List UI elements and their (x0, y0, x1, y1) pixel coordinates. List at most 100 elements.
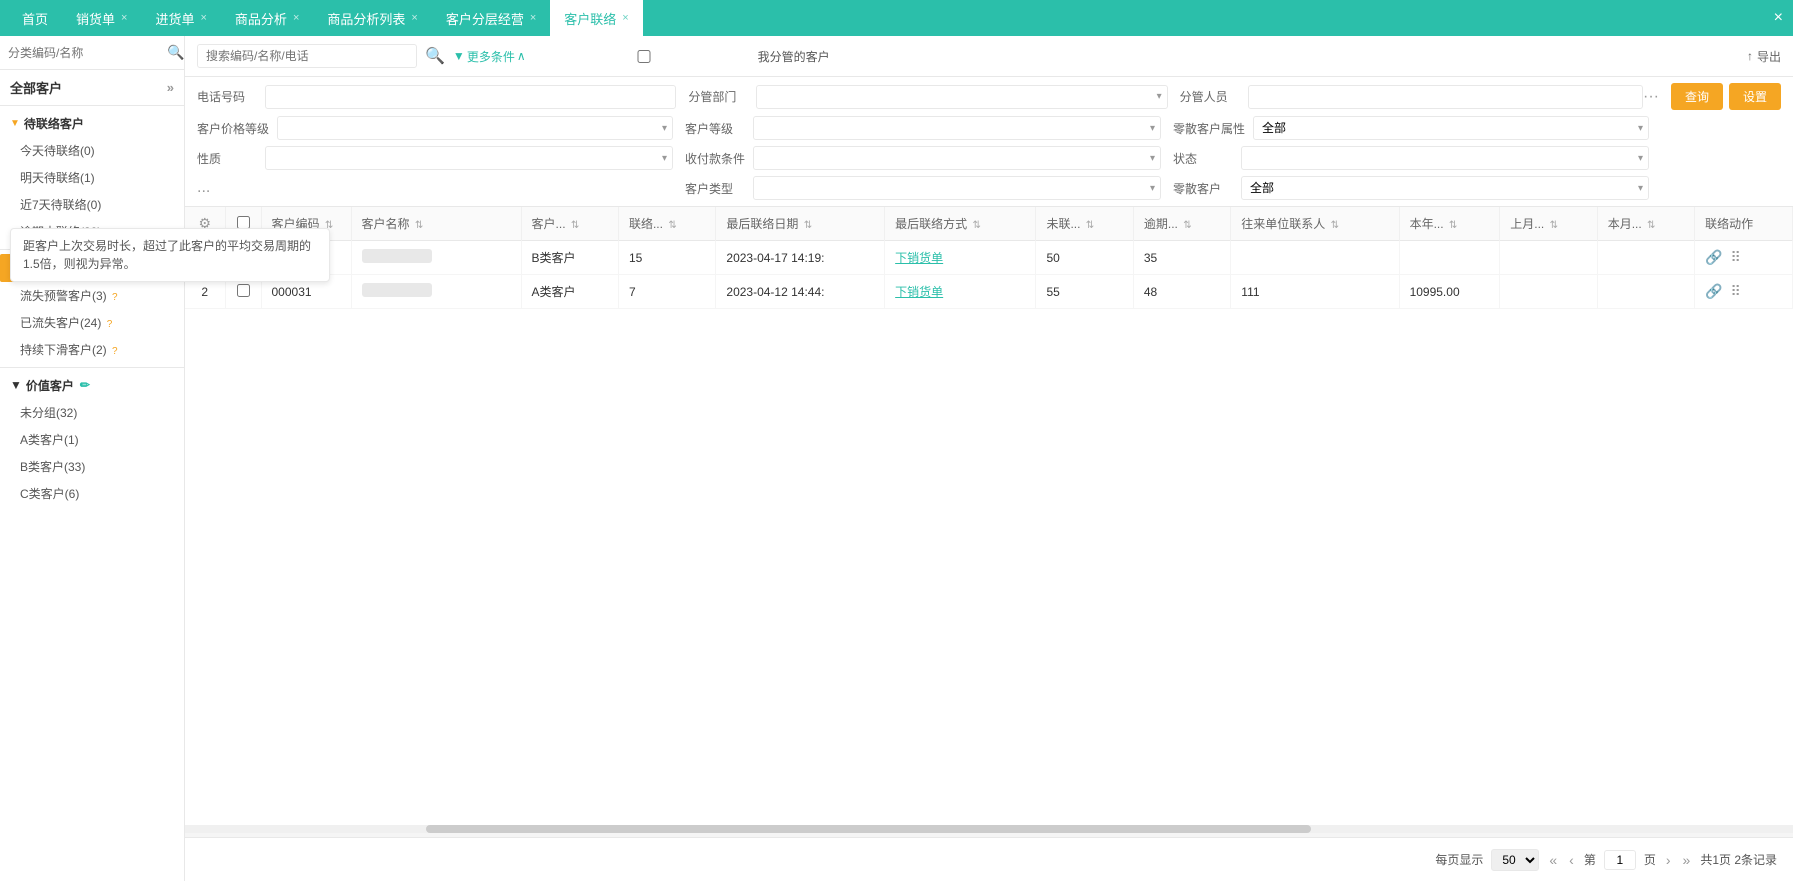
row1-more-icon[interactable]: ⠿ (1731, 249, 1741, 266)
nav-product-analysis[interactable]: 商品分析 × (221, 0, 313, 36)
nav-sales-close[interactable]: × (121, 12, 127, 24)
sort-name-icon[interactable]: ⇅ (415, 220, 423, 231)
nav-product-analysis-close[interactable]: × (293, 12, 299, 24)
sidebar-search-input[interactable] (8, 46, 163, 60)
row2-company-contact: 111 (1231, 275, 1399, 309)
search-input[interactable] (197, 44, 417, 68)
nature-label: 性质 (197, 150, 257, 167)
sidebar-all-customers-header[interactable]: 全部客户 » (0, 70, 184, 106)
sidebar-item-ungrouped[interactable]: 未分组(32) (0, 399, 184, 426)
customer-type-select[interactable] (753, 176, 1161, 200)
row2-type: A类客户 (521, 275, 618, 309)
sidebar-value-group[interactable]: ▼ 价值客户 ✏ (0, 372, 184, 399)
sort-method-icon[interactable]: ⇅ (973, 220, 981, 231)
nav-customer-contact-close[interactable]: × (622, 12, 628, 24)
settings-button[interactable]: 设置 (1729, 83, 1781, 110)
row4-dots-btn[interactable]: ... (197, 179, 210, 197)
row2-contacts: 7 (618, 275, 715, 309)
phone-input[interactable] (265, 85, 676, 109)
sort-this-month-icon[interactable]: ⇅ (1647, 220, 1655, 231)
row1-company-contact (1231, 241, 1399, 275)
export-btn[interactable]: ↑ 导出 (1747, 48, 1781, 65)
left-sidebar: 🔍 全部客户 » ▼ 待联络客户 今天待联络(0) 明天待联络(1) 近7天待联… (0, 36, 185, 881)
select-all-checkbox[interactable] (237, 216, 250, 229)
sort-type-icon[interactable]: ⇅ (571, 220, 579, 231)
scrollbar-thumb[interactable] (426, 825, 1310, 833)
sort-overdue-icon[interactable]: ⇅ (1183, 220, 1191, 231)
th-contacts: 联络... ⇅ (618, 207, 715, 241)
prev-page-btn[interactable]: ‹ (1567, 852, 1576, 868)
dept-select[interactable] (756, 85, 1167, 109)
row1-last-method: 下销货单 (885, 241, 1036, 275)
row2-last-date: 2023-04-12 14:44: (716, 275, 885, 309)
price-level-select[interactable] (277, 116, 673, 140)
nav-customer-segment[interactable]: 客户分层经营 × (432, 0, 550, 36)
sidebar-item-churned[interactable]: 已流失客户(24) ? (0, 309, 184, 336)
my-customers-checkbox[interactable] (534, 50, 754, 63)
filter-nature: 性质 ▾ (197, 146, 673, 170)
sidebar-item-declining[interactable]: 持续下滑客户(2) ? (0, 336, 184, 363)
search-button[interactable]: 🔍 (425, 46, 445, 66)
scattered-attr-select[interactable]: 全部 (1253, 116, 1649, 140)
arrow-down-icon-2: ▼ (10, 378, 22, 392)
row2-method-link[interactable]: 下销货单 (895, 285, 943, 299)
sidebar-section-pending[interactable]: ▼ 待联络客户 (0, 110, 184, 137)
next-page-btn[interactable]: › (1664, 852, 1673, 868)
nav-purchase-close[interactable]: × (200, 12, 206, 24)
last-page-btn[interactable]: » (1681, 852, 1693, 868)
status-select[interactable] (1241, 146, 1649, 170)
sort-uncontacted-icon[interactable]: ⇅ (1086, 220, 1094, 231)
arrow-down-icon: ▼ (10, 118, 20, 129)
nav-purchase[interactable]: 进货单 × (141, 0, 220, 36)
row2-link-icon[interactable]: 🔗 (1705, 283, 1722, 300)
nav-sales[interactable]: 销货单 × (62, 0, 141, 36)
my-customers-filter[interactable]: 我分管的客户 (534, 48, 830, 65)
th-last-contact-method: 最后联络方式 ⇅ (885, 207, 1036, 241)
nav-product-list-close[interactable]: × (411, 12, 417, 24)
sidebar-item-today[interactable]: 今天待联络(0) (0, 137, 184, 164)
manager-input[interactable] (1248, 85, 1643, 109)
sidebar-item-tomorrow[interactable]: 明天待联络(1) (0, 164, 184, 191)
row1-link-icon[interactable]: 🔗 (1705, 249, 1722, 266)
per-page-select[interactable]: 50 (1491, 849, 1539, 871)
row2-overdue: 48 (1133, 275, 1230, 309)
scattered-customer-select[interactable]: 全部 (1241, 176, 1649, 200)
first-page-btn[interactable]: « (1547, 852, 1559, 868)
payment-select[interactable] (753, 146, 1161, 170)
sort-contacts-icon[interactable]: ⇅ (668, 220, 676, 231)
filter-bar: 🔍 ▼ 更多条件 ∧ 我分管的客户 ↑ 导出 (185, 36, 1793, 77)
row2-more-icon[interactable]: ⠿ (1731, 283, 1741, 300)
nav-customer-contact[interactable]: 客户联络 × (550, 0, 642, 36)
nav-product-list[interactable]: 商品分析列表 × (313, 0, 431, 36)
scattered-customer-select-wrap: 全部 ▾ (1241, 176, 1649, 200)
sidebar-search-icon[interactable]: 🔍 (167, 44, 184, 61)
sort-this-year-icon[interactable]: ⇅ (1449, 220, 1457, 231)
sort-date-icon[interactable]: ⇅ (804, 220, 812, 231)
nature-select[interactable] (265, 146, 673, 170)
sidebar-item-class-b[interactable]: B类客户(33) (0, 453, 184, 480)
close-all-tabs[interactable]: × (1774, 9, 1783, 27)
sort-last-month-icon[interactable]: ⇅ (1550, 220, 1558, 231)
page-label: 第 (1584, 851, 1596, 868)
th-last-contact-date: 最后联络日期 ⇅ (716, 207, 885, 241)
customer-level-select[interactable] (753, 116, 1161, 140)
sidebar-item-class-c[interactable]: C类客户(6) (0, 480, 184, 507)
sidebar-item-churn-warning[interactable]: 流失预警客户(3) ? (0, 282, 184, 309)
sidebar-item-7days[interactable]: 近7天待联络(0) (0, 191, 184, 218)
manager-dots-btn[interactable]: ··· (1643, 88, 1659, 106)
row1-action-icons: 🔗 ⠿ (1705, 249, 1782, 266)
sort-company-contact-icon[interactable]: ⇅ (1331, 220, 1339, 231)
sidebar-collapse-btn[interactable]: » (167, 80, 174, 95)
page-input[interactable] (1604, 850, 1636, 870)
horizontal-scrollbar[interactable] (185, 825, 1793, 833)
sidebar-item-class-a[interactable]: A类客户(1) (0, 426, 184, 453)
query-button[interactable]: 查询 (1671, 83, 1723, 110)
row2-actions: 🔗 ⠿ (1695, 275, 1793, 309)
more-conditions-btn[interactable]: ▼ 更多条件 ∧ (453, 48, 526, 65)
row1-method-link[interactable]: 下销货单 (895, 251, 943, 265)
phone-label: 电话号码 (197, 88, 257, 105)
nav-customer-segment-close[interactable]: × (530, 12, 536, 24)
nav-home[interactable]: 首页 (8, 0, 62, 36)
row2-checkbox[interactable] (237, 284, 250, 297)
row1-this-month (1597, 241, 1694, 275)
